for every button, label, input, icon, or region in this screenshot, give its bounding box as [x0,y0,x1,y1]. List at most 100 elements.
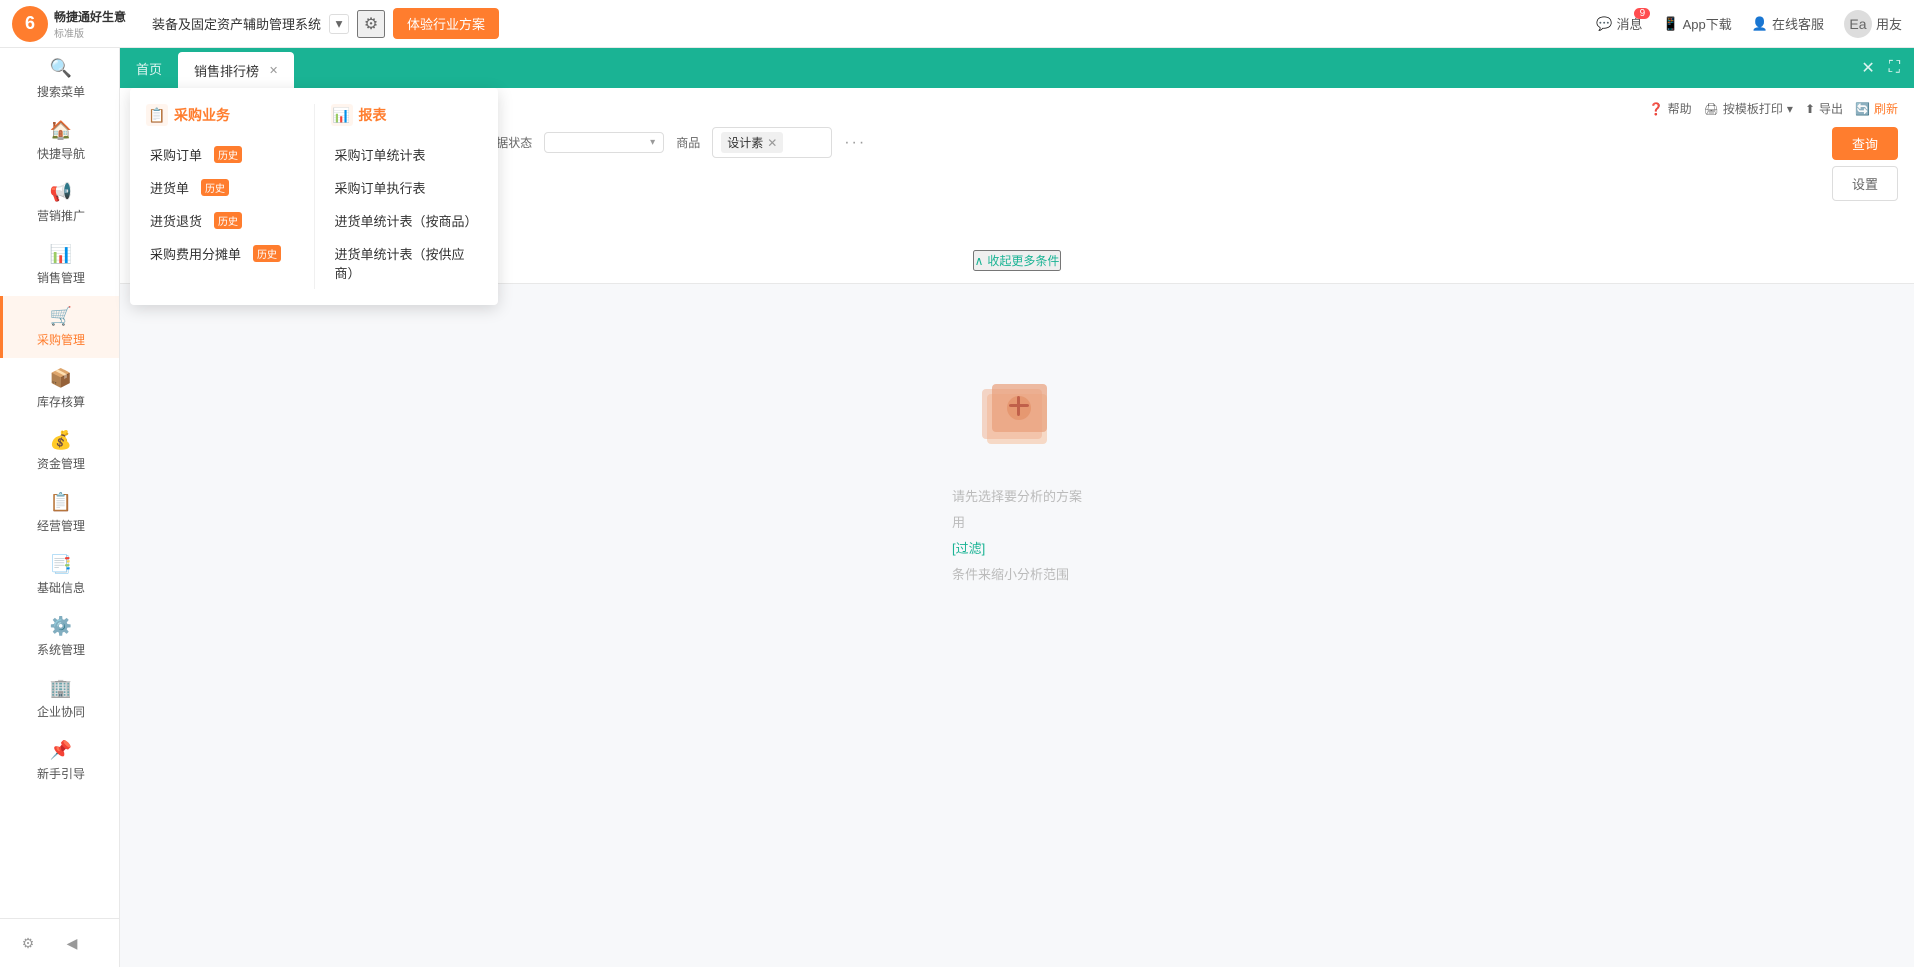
dropdown-col2-header: 📊 报表 [331,104,483,126]
sidebar-item-basic[interactable]: 📑 基础信息 [0,544,119,606]
tab-sales-rank-label: 销售排行榜 [194,61,259,80]
sidebar-label-marketing: 营销推广 [37,207,85,224]
help-btn[interactable]: ❓ 帮助 [1649,100,1692,117]
sidebar-item-system[interactable]: ⚙️ 系统管理 [0,606,119,668]
dropdown-col1-header: 📋 采购业务 [146,104,298,126]
refresh-icon: 🔄 [1855,102,1870,116]
sidebar-label-purchase: 采购管理 [37,331,85,348]
app-download-item[interactable]: 📱 App下载 [1662,14,1731,33]
marketing-icon: 📢 [50,182,72,203]
top-right: 💬 消息 9 📱 App下载 👤 在线客服 Ea 用友 [1596,10,1902,38]
sidebar-item-enterprise[interactable]: 🏢 企业协同 [0,668,119,730]
goods-filter[interactable]: 设计素 ✕ [712,127,832,158]
sidebar-label-operation: 经营管理 [37,517,85,534]
app-download-icon: 📱 [1662,16,1678,32]
app-logo-icon: 6 [12,6,48,42]
inbound-history: 历史 [201,179,229,196]
dropdown-col-report: 📊 报表 采购订单统计表 采购订单执行表 进货单统计表（按商品） 进货单统计表（… [315,104,499,289]
basic-icon: 📑 [50,554,72,575]
sidebar-item-purchase[interactable]: 🛒 采购管理 [0,296,119,358]
inbound-label: 进货单 [150,178,189,197]
industry-btn[interactable]: 体验行业方案 [393,8,499,39]
dropdown-menu: 📋 采购业务 采购订单 历史 进货单 历史 进货退货 历史 采购费用分摊单 历史… [130,88,498,305]
tab-expand-icon[interactable]: ⛶ [1885,55,1904,81]
inventory-icon: 📦 [50,368,72,389]
dropdown-item-return[interactable]: 进货退货 历史 [146,204,298,237]
sidebar-label-guide: 新手引导 [37,765,85,782]
tab-bar: 首页 销售排行榜 ✕ ✕ ⛶ [120,48,1914,88]
sidebar-item-guide[interactable]: 📌 新手引导 [0,730,119,792]
tab-sales-rank[interactable]: 销售排行榜 ✕ [178,52,294,88]
system-settings-btn[interactable]: ⚙ [357,10,385,38]
search-icon: 🔍 [50,58,72,79]
dropdown-item-report-order-exec[interactable]: 采购订单执行表 [331,171,483,204]
sidebar-footer: ⚙ ◀ [0,918,119,967]
sidebar-label-finance: 资金管理 [37,455,85,472]
notification-badge-count: 9 [1634,8,1650,19]
settings-btn[interactable]: 设置 [1832,166,1898,201]
empty-state: 请先选择要分析的方案 用[过滤]条件来缩小分析范围 [120,284,1914,668]
tab-close-window-icon[interactable]: ✕ [1857,54,1878,82]
user-item[interactable]: Ea 用友 [1844,10,1902,38]
bracket-start: [过滤] [952,536,1082,562]
logo-text: 畅捷通好生意 标准版 [54,8,126,40]
empty-line1: 请先选择要分析的方案 [952,484,1082,510]
online-service-item[interactable]: 👤 在线客服 [1752,14,1824,33]
notification-item[interactable]: 💬 消息 9 [1596,14,1642,33]
purchase-icon: 🛒 [50,306,72,327]
goods-tag-close[interactable]: ✕ [767,136,777,150]
user-avatar-text: Ea [1849,16,1866,32]
col2-title: 报表 [359,105,387,125]
brand-edition: 标准版 [54,25,126,40]
sidebar-label-basic: 基础信息 [37,579,85,596]
return-label: 进货退货 [150,211,202,230]
col1-icon: 📋 [146,104,168,126]
sidebar-item-sales[interactable]: 📊 销售管理 [0,234,119,296]
expense-label: 采购费用分摊单 [150,244,241,263]
brand-name: 畅捷通好生意 [54,8,126,25]
sidebar-item-finance[interactable]: 💰 资金管理 [0,420,119,482]
doc-status-chevron: ▾ [650,137,655,148]
dropdown-item-expense[interactable]: 采购费用分摊单 历史 [146,237,298,270]
finance-icon: 💰 [50,430,72,451]
tab-home[interactable]: 首页 [120,48,178,88]
user-label: 用友 [1876,14,1902,33]
tab-close-icon[interactable]: ✕ [269,64,278,77]
goods-more-btn[interactable]: ··· [844,134,866,152]
sidebar-collapse-btn[interactable]: ◀ [54,929,90,957]
sales-icon: 📊 [50,244,72,265]
print-icon: 🖨 [1704,102,1719,116]
sidebar-item-marketing[interactable]: 📢 营销推广 [0,172,119,234]
collapse-btn[interactable]: ∧ 收起更多条件 [973,250,1062,271]
sidebar-settings-btn[interactable]: ⚙ [10,929,46,957]
dropdown-item-report-inbound-supplier[interactable]: 进货单统计表（按供应商） [331,237,483,289]
dropdown-item-report-order-stat[interactable]: 采购订单统计表 [331,138,483,171]
expense-history: 历史 [253,245,281,262]
sidebar-item-quick-nav[interactable]: 🏠 快捷导航 [0,110,119,172]
home-icon: 🏠 [50,120,72,141]
goods-label: 商品 [676,134,700,151]
sidebar-item-search[interactable]: 🔍 搜索菜单 [0,48,119,110]
sidebar-item-operation[interactable]: 📋 经营管理 [0,482,119,544]
system-dropdown-btn[interactable]: ▾ [329,14,349,34]
print-dropdown-icon: ▾ [1787,102,1793,116]
doc-status-select[interactable]: ▾ [544,132,664,153]
dropdown-item-inbound[interactable]: 进货单 历史 [146,171,298,204]
query-btn[interactable]: 查询 [1832,127,1898,160]
enterprise-icon: 🏢 [50,678,72,699]
dropdown-item-purchase-order[interactable]: 采购订单 历史 [146,138,298,171]
refresh-btn[interactable]: 🔄 刷新 [1855,100,1898,117]
empty-line2: 用[过滤]条件来缩小分析范围 [952,510,1082,588]
sidebar-item-inventory[interactable]: 📦 库存核算 [0,358,119,420]
sidebar-label-inventory: 库存核算 [37,393,85,410]
print-btn[interactable]: 🖨 按模板打印 ▾ [1704,100,1793,117]
empty-icon [967,364,1067,464]
online-service-icon: 👤 [1752,16,1768,32]
sidebar-label-enterprise: 企业协同 [37,703,85,720]
dropdown-item-report-inbound-goods[interactable]: 进货单统计表（按商品） [331,204,483,237]
export-btn[interactable]: ⬆ 导出 [1805,100,1843,117]
col2-icon: 📊 [331,104,353,126]
sidebar-label-search: 搜索菜单 [37,83,85,100]
col1-title: 采购业务 [174,105,230,125]
sidebar-label-quick-nav: 快捷导航 [37,145,85,162]
